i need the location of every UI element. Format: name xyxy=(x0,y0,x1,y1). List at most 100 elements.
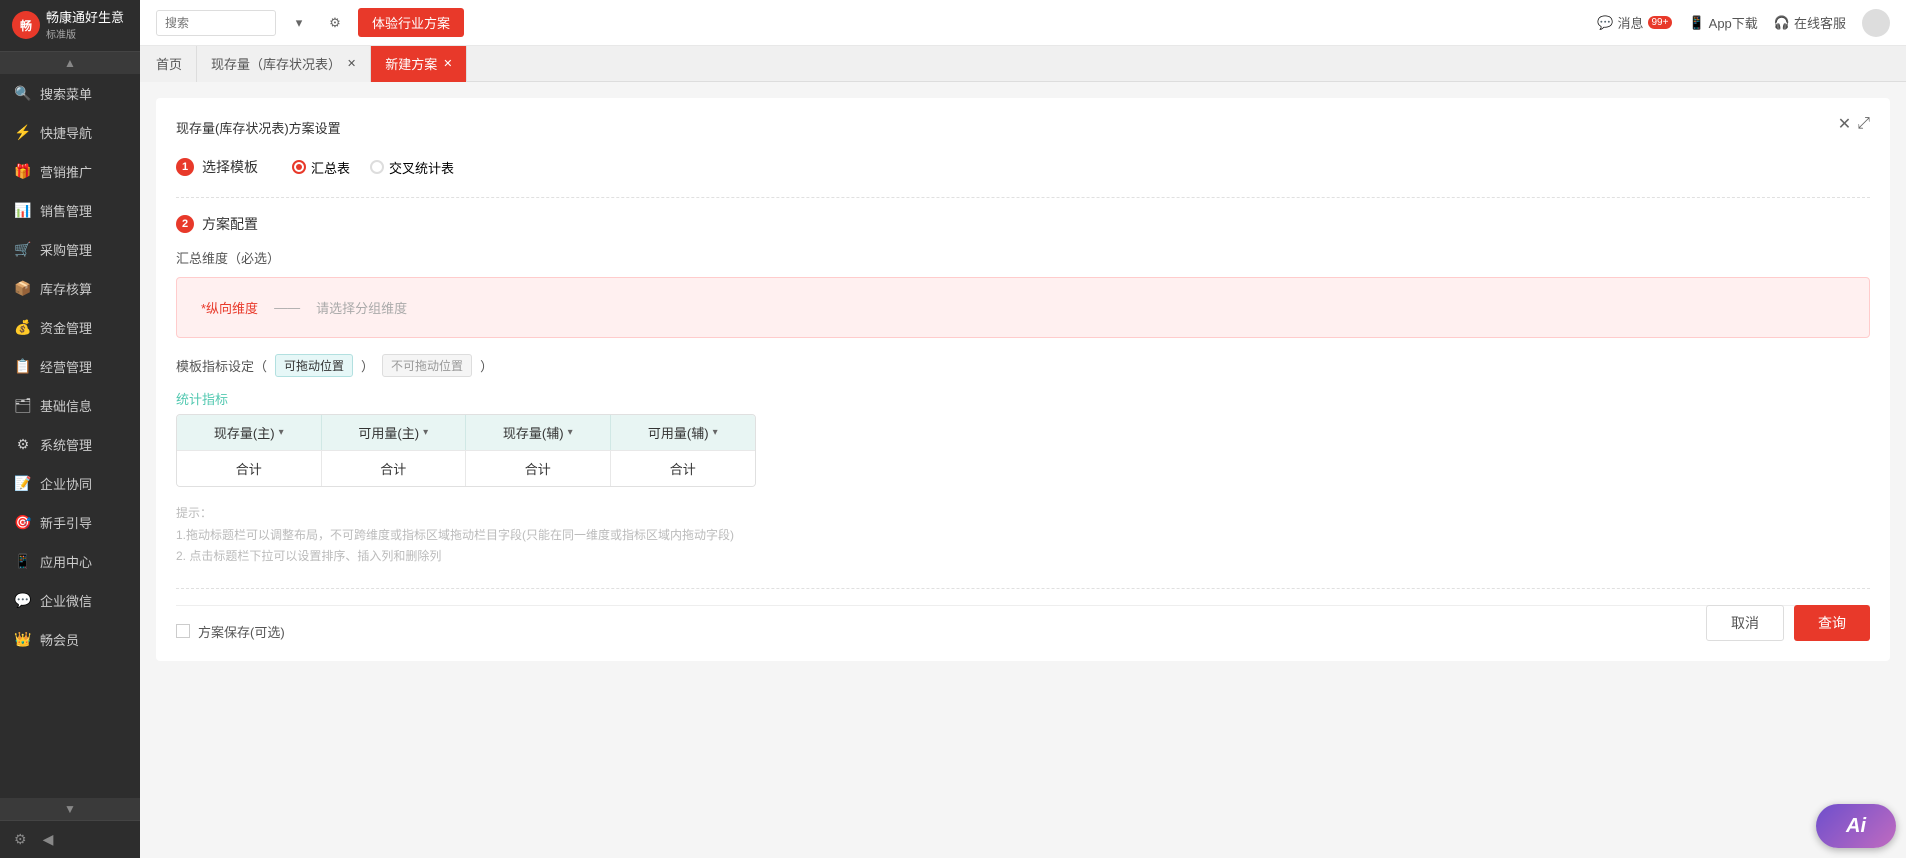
sidebar-item-sales[interactable]: 📊 销售管理 xyxy=(0,191,140,230)
radio-summary[interactable]: 汇总表 xyxy=(292,158,350,177)
sidebar-item-nav[interactable]: ⚡ 快捷导航 xyxy=(0,113,140,152)
sidebar-item-apps[interactable]: 📱 应用中心 xyxy=(0,542,140,581)
sidebar-item-label: 采购管理 xyxy=(40,240,92,259)
dimension-box: *纵向维度 —— 请选择分组维度 xyxy=(176,277,1870,338)
sidebar-item-label: 库存核算 xyxy=(40,279,92,298)
sidebar-item-inventory[interactable]: 📦 库存核算 xyxy=(0,269,140,308)
sidebar-item-wechat[interactable]: 💬 企业微信 xyxy=(0,581,140,620)
close-panel-button[interactable]: ✕ xyxy=(1838,114,1851,134)
sidebar-item-marketing[interactable]: 🎁 营销推广 xyxy=(0,152,140,191)
cancel-button[interactable]: 取消 xyxy=(1706,605,1784,641)
sidebar-scroll-up[interactable]: ▲ xyxy=(0,52,140,74)
tab-inventory-close[interactable]: ✕ xyxy=(347,57,356,70)
sidebar-item-label: 新手引导 xyxy=(40,513,92,532)
service-icon: 🎧 xyxy=(1774,15,1790,31)
app-download-icon: 📱 xyxy=(1688,15,1704,31)
online-service-label: 在线客服 xyxy=(1794,13,1846,32)
save-label: 方案保存(可选) xyxy=(198,622,285,641)
chevron-1: ▾ xyxy=(423,427,428,438)
basic-icon: 🗂 xyxy=(14,396,32,414)
management-icon: 📋 xyxy=(14,357,32,375)
panel-controls: ✕ ⤢ xyxy=(1838,114,1870,134)
sidebar-item-label: 企业协同 xyxy=(40,474,92,493)
tip-item-0: 1.拖动标题栏可以调整布局，不可跨维度或指标区域拖动栏目字段(只能在同一维度或指… xyxy=(176,525,1870,547)
sidebar-item-label: 应用中心 xyxy=(40,552,92,571)
collapse-footer-icon[interactable]: ◀ xyxy=(43,831,54,848)
stats-col-header-3[interactable]: 可用量(辅) ▾ xyxy=(611,415,756,450)
bottom-actions: 取消 查询 xyxy=(1706,605,1870,641)
online-service-button[interactable]: 🎧 在线客服 xyxy=(1774,13,1846,32)
dropdown-icon[interactable]: ▾ xyxy=(286,10,312,36)
tab-new-plan-close[interactable]: ✕ xyxy=(443,57,452,70)
sidebar-item-contract[interactable]: 📝 企业协同 xyxy=(0,464,140,503)
sidebar-item-system[interactable]: ⚙ 系统管理 xyxy=(0,425,140,464)
indicator-settings-label: 模板指标设定（ 可拖动位置 ） 不可拖动位置 ） xyxy=(176,354,1870,377)
step2-header: 2 方案配置 xyxy=(176,214,1870,234)
finance-icon: 💰 xyxy=(14,318,32,336)
save-checkbox[interactable] xyxy=(176,624,190,638)
sidebar: 畅 畅康通好生意 标准版 ▲ 🔍 搜索菜单 ⚡ 快捷导航 🎁 营销推广 📊 销售… xyxy=(0,0,140,858)
tabbar: 首页 现存量（库存状况表） ✕ 新建方案 ✕ xyxy=(140,46,1906,82)
radio-cross[interactable]: 交叉统计表 xyxy=(370,158,454,177)
stats-cell-2: 合计 xyxy=(466,450,611,486)
sidebar-item-search[interactable]: 🔍 搜索菜单 xyxy=(0,74,140,113)
dim-placeholder: 请选择分组维度 xyxy=(316,298,407,317)
tab-new-plan[interactable]: 新建方案 ✕ xyxy=(371,46,467,82)
content-wrapper: ✕ ⤢ 现存量(库存状况表)方案设置 1 选择模板 汇总表 xyxy=(156,98,1890,661)
stats-table-header: 现存量(主) ▾ 可用量(主) ▾ 现存量(辅) ▾ xyxy=(177,415,755,450)
step1-title: 选择模板 xyxy=(202,157,258,177)
ai-bubble[interactable]: Ai xyxy=(1816,804,1896,848)
content-area: ✕ ⤢ 现存量(库存状况表)方案设置 1 选择模板 汇总表 xyxy=(140,82,1906,858)
sidebar-item-purchase[interactable]: 🛒 采购管理 xyxy=(0,230,140,269)
logo-icon: 畅 xyxy=(12,11,40,39)
col-label-3: 可用量(辅) xyxy=(648,423,709,442)
sidebar-scroll-down[interactable]: ▼ xyxy=(0,798,140,820)
sidebar-item-finance[interactable]: 💰 资金管理 xyxy=(0,308,140,347)
tag-draggable: 可拖动位置 xyxy=(275,354,353,377)
settings-icon[interactable]: ⚙ xyxy=(322,10,348,36)
sidebar-item-label: 企业微信 xyxy=(40,591,92,610)
topbar: ▾ ⚙ 体验行业方案 💬 消息 99+ 📱 App下载 🎧 在线客服 xyxy=(140,0,1906,46)
message-label: 消息 xyxy=(1617,13,1643,32)
sidebar-item-guide[interactable]: 🎯 新手引导 xyxy=(0,503,140,542)
tab-inventory[interactable]: 现存量（库存状况表） ✕ xyxy=(197,46,371,82)
user-avatar[interactable] xyxy=(1862,9,1890,37)
stats-col-header-1[interactable]: 可用量(主) ▾ xyxy=(322,415,467,450)
sidebar-item-management[interactable]: 📋 经营管理 xyxy=(0,347,140,386)
sidebar-item-member[interactable]: 👑 畅会员 xyxy=(0,620,140,659)
stats-table: 现存量(主) ▾ 可用量(主) ▾ 现存量(辅) ▾ xyxy=(176,414,756,487)
stats-cell-3: 合计 xyxy=(611,450,756,486)
stats-col-header-0[interactable]: 现存量(主) ▾ xyxy=(177,415,322,450)
dim-dash: —— xyxy=(274,300,300,315)
stats-section-title: 统计指标 xyxy=(176,389,1870,408)
sidebar-footer: ⚙ ◀ xyxy=(0,820,140,858)
tab-home-label: 首页 xyxy=(156,54,182,73)
indicator-settings: 模板指标设定（ 可拖动位置 ） 不可拖动位置 ） xyxy=(176,354,1870,377)
apps-icon: 📱 xyxy=(14,552,32,570)
sidebar-item-basic[interactable]: 🗂 基础信息 xyxy=(0,386,140,425)
step-divider xyxy=(176,197,1870,198)
message-badge: 99+ xyxy=(1648,16,1673,29)
query-button[interactable]: 查询 xyxy=(1794,605,1870,641)
marketing-icon: 🎁 xyxy=(14,162,32,180)
topbar-right: 💬 消息 99+ 📱 App下载 🎧 在线客服 xyxy=(1597,9,1890,37)
sidebar-item-label: 快捷导航 xyxy=(40,123,92,142)
search-input[interactable] xyxy=(156,10,276,36)
sidebar-item-label: 销售管理 xyxy=(40,201,92,220)
stats-cell-1: 合计 xyxy=(322,450,467,486)
radio-cross-label: 交叉统计表 xyxy=(389,158,454,177)
stats-col-header-2[interactable]: 现存量(辅) ▾ xyxy=(466,415,611,450)
radio-group: 汇总表 交叉统计表 xyxy=(292,158,454,177)
app-download-button[interactable]: 📱 App下载 xyxy=(1688,13,1757,32)
settings-footer-icon[interactable]: ⚙ xyxy=(14,831,27,848)
tab-home[interactable]: 首页 xyxy=(140,46,197,82)
step1-num: 1 xyxy=(176,158,194,176)
messages-button[interactable]: 💬 消息 99+ xyxy=(1597,13,1672,32)
indicator-label-text: 模板指标设定（ xyxy=(176,356,267,375)
stats-cell-0: 合计 xyxy=(177,450,322,486)
trial-button[interactable]: 体验行业方案 xyxy=(358,8,464,37)
col-label-1: 可用量(主) xyxy=(358,423,419,442)
expand-panel-button[interactable]: ⤢ xyxy=(1857,114,1870,134)
indicator-label-close: ） xyxy=(361,356,374,375)
tips-title: 提示： xyxy=(176,506,212,520)
